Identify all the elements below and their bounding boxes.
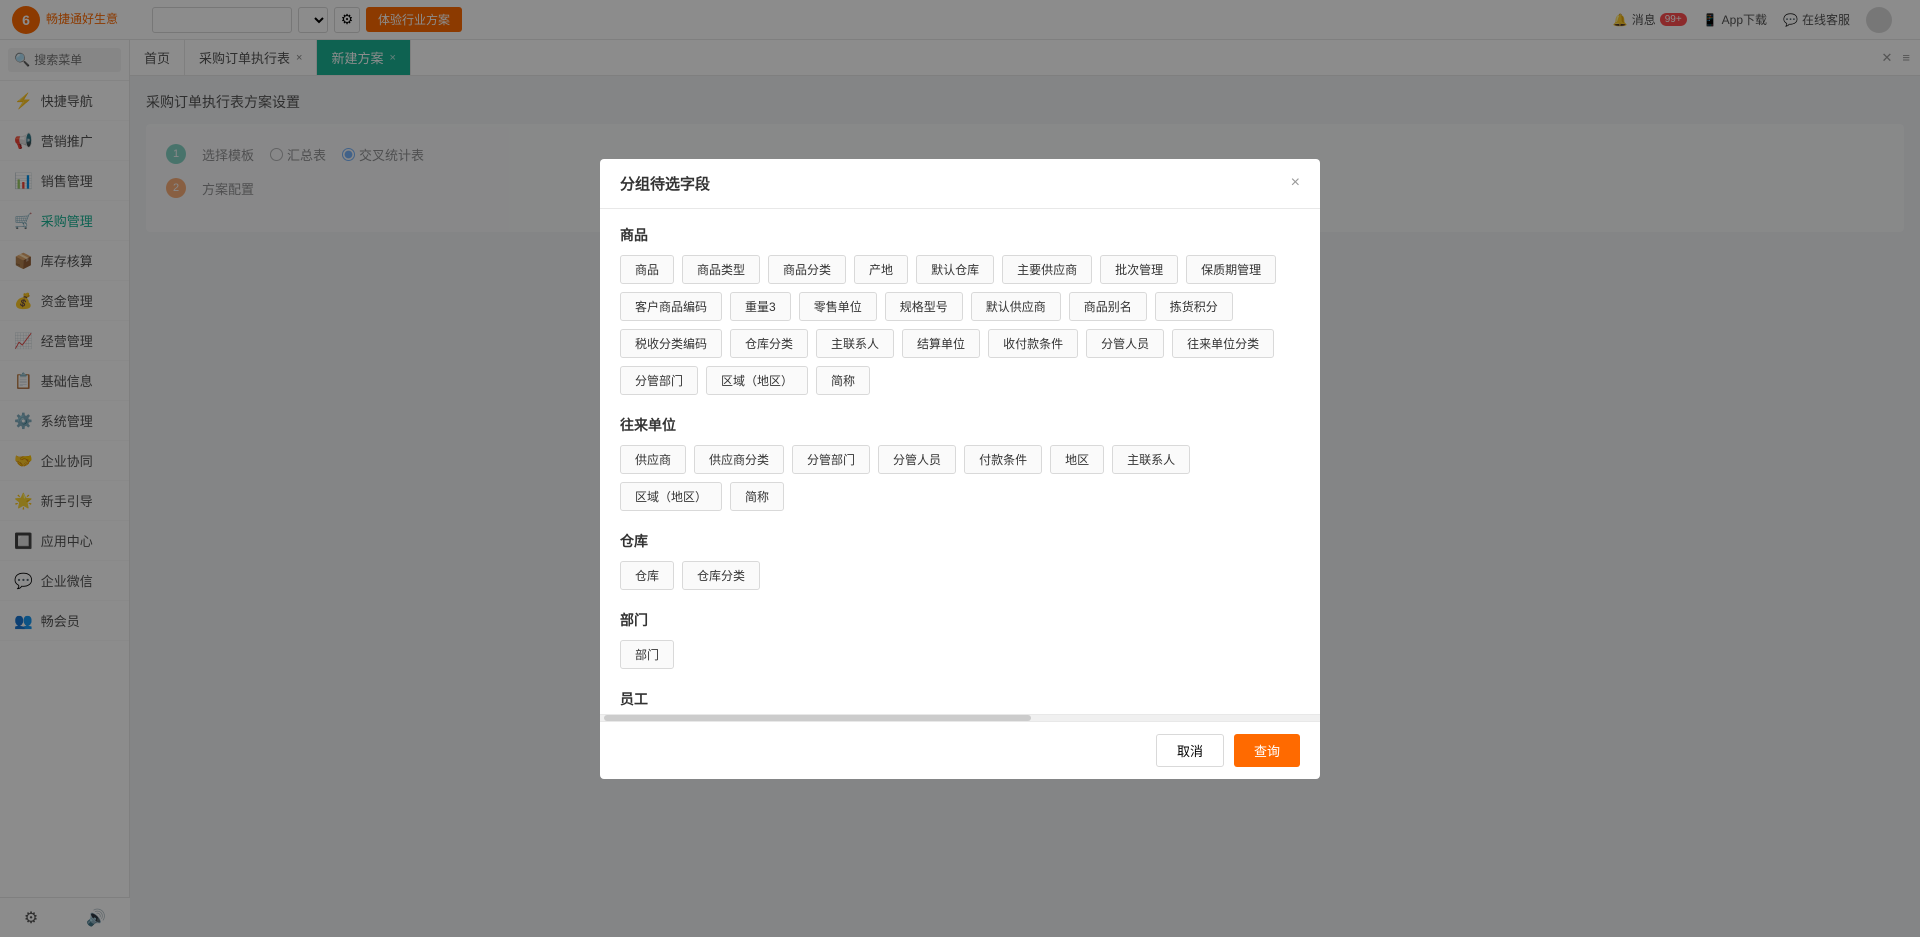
field-tag[interactable]: 保质期管理 — [1186, 255, 1276, 284]
modal-body: 商品 商品 商品类型 商品分类 产地 默认仓库 主要供应商 批次管理 保质期管理… — [600, 209, 1320, 714]
field-tag[interactable]: 商品 — [620, 255, 674, 284]
field-tag[interactable]: 仓库分类 — [730, 329, 808, 358]
field-tag[interactable]: 主要供应商 — [1002, 255, 1092, 284]
field-tag[interactable]: 拣货积分 — [1155, 292, 1233, 321]
field-tag[interactable]: 分管人员 — [1086, 329, 1164, 358]
field-tag[interactable]: 客户商品编码 — [620, 292, 722, 321]
field-tag[interactable]: 分管部门 — [792, 445, 870, 474]
field-tag[interactable]: 仓库 — [620, 561, 674, 590]
field-tag[interactable]: 区域（地区） — [620, 482, 722, 511]
modal-header: 分组待选字段 × — [600, 159, 1320, 209]
field-tag[interactable]: 分管人员 — [878, 445, 956, 474]
section-staff-label: 员工 — [620, 689, 1300, 709]
modal-title: 分组待选字段 — [620, 173, 710, 194]
section-staff: 员工 业务员 — [620, 689, 1300, 714]
field-tag[interactable]: 仓库分类 — [682, 561, 760, 590]
field-tag[interactable]: 税收分类编码 — [620, 329, 722, 358]
warehouse-field-tags: 仓库 仓库分类 — [620, 561, 1300, 590]
section-product: 商品 商品 商品类型 商品分类 产地 默认仓库 主要供应商 批次管理 保质期管理… — [620, 225, 1300, 395]
field-tag[interactable]: 付款条件 — [964, 445, 1042, 474]
cancel-button[interactable]: 取消 — [1156, 734, 1224, 767]
field-tag[interactable]: 部门 — [620, 640, 674, 669]
confirm-button[interactable]: 查询 — [1234, 734, 1300, 767]
field-tag[interactable]: 主联系人 — [1112, 445, 1190, 474]
modal-horizontal-scrollbar[interactable] — [600, 714, 1320, 721]
section-dept-label: 部门 — [620, 610, 1300, 630]
section-dept: 部门 部门 — [620, 610, 1300, 669]
field-tag[interactable]: 结算单位 — [902, 329, 980, 358]
field-tag[interactable]: 区域（地区） — [706, 366, 808, 395]
section-warehouse-label: 仓库 — [620, 531, 1300, 551]
field-tag[interactable]: 默认仓库 — [916, 255, 994, 284]
partner-field-tags: 供应商 供应商分类 分管部门 分管人员 付款条件 地区 主联系人 区域（地区） … — [620, 445, 1300, 511]
section-partner: 往来单位 供应商 供应商分类 分管部门 分管人员 付款条件 地区 主联系人 区域… — [620, 415, 1300, 511]
field-tag[interactable]: 地区 — [1050, 445, 1104, 474]
section-partner-label: 往来单位 — [620, 415, 1300, 435]
field-tag[interactable]: 产地 — [854, 255, 908, 284]
field-tag[interactable]: 默认供应商 — [971, 292, 1061, 321]
product-field-tags: 商品 商品类型 商品分类 产地 默认仓库 主要供应商 批次管理 保质期管理 客户… — [620, 255, 1300, 395]
field-tag[interactable]: 收付款条件 — [988, 329, 1078, 358]
field-tag[interactable]: 简称 — [816, 366, 870, 395]
modal-close-button[interactable]: × — [1291, 174, 1300, 192]
field-tag[interactable]: 零售单位 — [799, 292, 877, 321]
field-tag[interactable]: 规格型号 — [885, 292, 963, 321]
section-product-label: 商品 — [620, 225, 1300, 245]
field-tag[interactable]: 主联系人 — [816, 329, 894, 358]
field-tag[interactable]: 批次管理 — [1100, 255, 1178, 284]
modal-footer: 取消 查询 — [600, 721, 1320, 779]
field-tag[interactable]: 往来单位分类 — [1172, 329, 1274, 358]
field-tag[interactable]: 商品类型 — [682, 255, 760, 284]
field-tag[interactable]: 供应商分类 — [694, 445, 784, 474]
field-tag[interactable]: 供应商 — [620, 445, 686, 474]
field-tag[interactable]: 简称 — [730, 482, 784, 511]
section-warehouse: 仓库 仓库 仓库分类 — [620, 531, 1300, 590]
field-tag[interactable]: 商品别名 — [1069, 292, 1147, 321]
field-tag[interactable]: 商品分类 — [768, 255, 846, 284]
modal-overlay: 分组待选字段 × 商品 商品 商品类型 商品分类 产地 默认仓库 主要供应商 批… — [0, 0, 1920, 937]
field-tag[interactable]: 重量3 — [730, 292, 791, 321]
field-tag[interactable]: 分管部门 — [620, 366, 698, 395]
dept-field-tags: 部门 — [620, 640, 1300, 669]
modal: 分组待选字段 × 商品 商品 商品类型 商品分类 产地 默认仓库 主要供应商 批… — [600, 159, 1320, 779]
